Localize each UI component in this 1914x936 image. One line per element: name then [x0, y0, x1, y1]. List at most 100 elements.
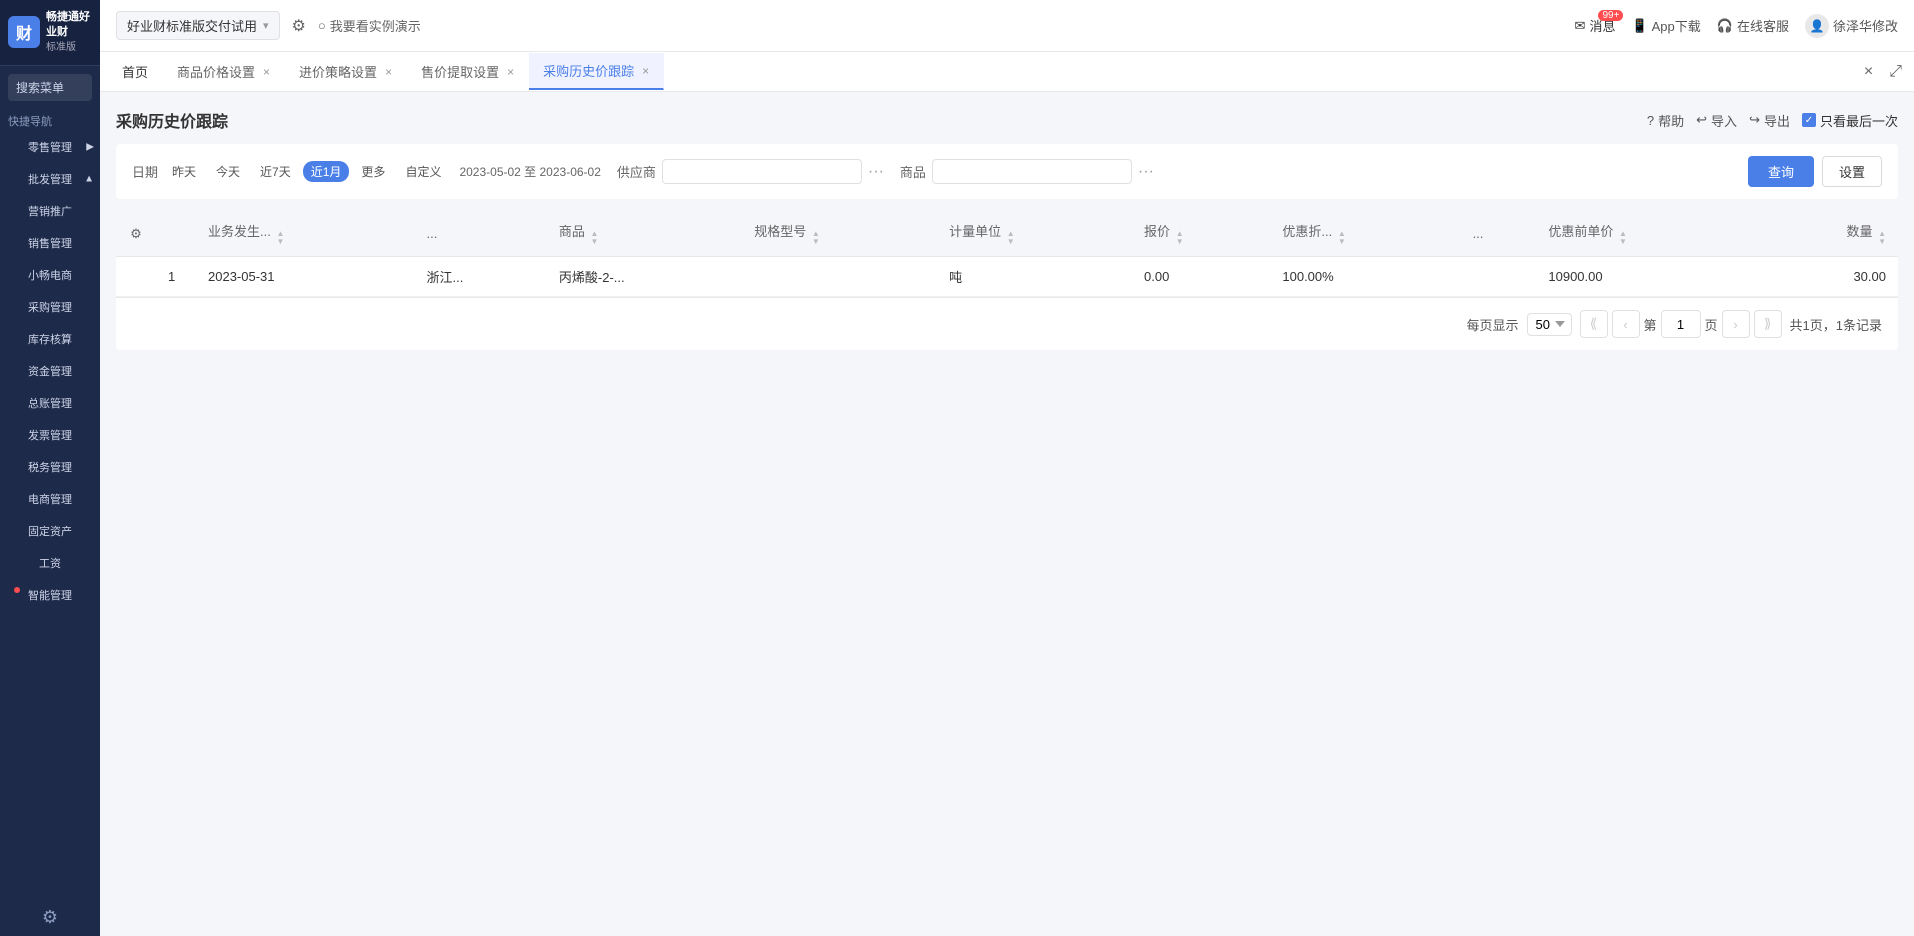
col-num — [156, 211, 196, 257]
sort-quoted-price-icon: ▲▼ — [1176, 230, 1184, 246]
search-menu-button[interactable]: 搜索菜单 — [8, 74, 92, 101]
sidebar-item-retail[interactable]: 零售管理 ▶ — [0, 131, 100, 163]
only-last-checkbox-label[interactable]: ✓ 只看最后一次 — [1802, 111, 1898, 130]
column-settings-icon[interactable]: ⚙ — [130, 226, 142, 241]
col-discount[interactable]: 优惠折... ▲▼ — [1270, 211, 1460, 257]
supplier-label: 供应商 — [617, 162, 656, 181]
page-content: 采购历史价跟踪 ? 帮助 ↩ 导入 ↪ 导出 ✓ 只看最后一次 — [100, 92, 1914, 936]
sidebar-item-smart[interactable]: 智能管理 — [0, 579, 100, 611]
col-spec[interactable]: 规格型号 ▲▼ — [742, 211, 937, 257]
sidebar-item-payroll[interactable]: 工资 — [0, 547, 100, 579]
page-number-input[interactable] — [1661, 310, 1701, 338]
query-button[interactable]: 查询 — [1748, 156, 1814, 187]
col-business-date[interactable]: 业务发生... ▲▼ — [196, 211, 414, 257]
user-menu[interactable]: 👤 徐泽华修改 — [1805, 14, 1898, 38]
next-page-button[interactable]: › — [1722, 310, 1750, 338]
sort-business-date-icon: ▲▼ — [276, 230, 284, 246]
sidebar-item-purchase[interactable]: 采购管理 — [0, 291, 100, 323]
date-yesterday[interactable]: 昨天 — [164, 161, 204, 182]
tab-close-all-button[interactable]: × — [1860, 59, 1877, 85]
edition-label: 好业财标准版交付试用 — [127, 16, 257, 35]
export-icon: ↪ — [1749, 112, 1760, 128]
tab-purchase-strategy-close-icon[interactable]: × — [385, 65, 392, 79]
tab-expand-button[interactable]: ⤢ — [1885, 59, 1906, 85]
sidebar-item-fixed-assets[interactable]: 固定资产 — [0, 515, 100, 547]
row-settings — [116, 257, 156, 297]
settings-icon[interactable]: ⚙ — [42, 907, 58, 928]
app-name: 畅捷通好业财 标准版 — [46, 10, 92, 55]
sidebar-item-ecommerce[interactable]: 电商管理 — [0, 483, 100, 515]
message-button[interactable]: ✉ 消息 99+ — [1575, 16, 1616, 35]
per-page-select[interactable]: 50 — [1527, 313, 1572, 336]
import-icon: ↩ — [1696, 112, 1707, 128]
demo-button[interactable]: ○ 我要看实例演示 — [318, 16, 421, 35]
date-today[interactable]: 今天 — [208, 161, 248, 182]
date-range-display: 2023-05-02 至 2023-06-02 — [459, 163, 600, 180]
topbar-settings-icon[interactable]: ⚙ — [292, 16, 306, 36]
row-quoted-price: 0.00 — [1132, 257, 1270, 297]
sort-pre-discount-price-icon: ▲▼ — [1619, 230, 1627, 246]
sidebar-item-marketing[interactable]: 营销推广 — [0, 195, 100, 227]
edition-selector[interactable]: 好业财标准版交付试用 ▾ — [116, 11, 280, 40]
sidebar-item-sales[interactable]: 销售管理 — [0, 227, 100, 259]
tab-history-price[interactable]: 采购历史价跟踪 × — [529, 53, 664, 90]
sort-unit-icon: ▲▼ — [1007, 230, 1015, 246]
prev-page-button[interactable]: ‹ — [1612, 310, 1640, 338]
col-more[interactable]: ... — [414, 211, 546, 257]
sidebar-item-inventory[interactable]: 库存核算 — [0, 323, 100, 355]
product-input[interactable] — [932, 159, 1132, 184]
tab-sale-price[interactable]: 售价提取设置 × — [407, 54, 529, 89]
tab-price-close-icon[interactable]: × — [263, 65, 270, 79]
sort-quantity-icon: ▲▼ — [1878, 230, 1886, 246]
col-quoted-price[interactable]: 报价 ▲▼ — [1132, 211, 1270, 257]
date-filter-label: 日期 — [132, 162, 158, 181]
sidebar-item-ecommerce-small[interactable]: 小畅电商 — [0, 259, 100, 291]
col-unit[interactable]: 计量单位 ▲▼ — [937, 211, 1132, 257]
col-product[interactable]: 商品 ▲▼ — [547, 211, 742, 257]
tab-price[interactable]: 商品价格设置 × — [163, 54, 285, 89]
quick-nav-label: 快捷导航 — [0, 109, 100, 131]
row-business-date: 2023-05-31 — [196, 257, 414, 297]
sidebar: 财 畅捷通好业财 标准版 搜索菜单 快捷导航 零售管理 ▶ 批发管理 ▲ 营销推… — [0, 0, 100, 936]
supplier-input[interactable] — [662, 159, 862, 184]
app-download-button[interactable]: 📱 App下载 — [1631, 16, 1700, 35]
date-more[interactable]: 更多 — [353, 161, 393, 182]
only-last-checkbox[interactable]: ✓ — [1802, 113, 1816, 127]
tab-purchase-strategy[interactable]: 进价策略设置 × — [285, 54, 407, 89]
online-service-button[interactable]: 🎧 在线客服 — [1717, 16, 1789, 35]
sidebar-item-tax[interactable]: 税务管理 — [0, 451, 100, 483]
export-button[interactable]: ↪ 导出 — [1749, 111, 1790, 130]
page-header: 采购历史价跟踪 ? 帮助 ↩ 导入 ↪ 导出 ✓ 只看最后一次 — [116, 108, 1898, 132]
tab-history-price-close-icon[interactable]: × — [642, 64, 649, 78]
last-page-button[interactable]: ⟫ — [1754, 310, 1782, 338]
date-custom[interactable]: 自定义 — [397, 161, 449, 182]
import-button[interactable]: ↩ 导入 — [1696, 111, 1737, 130]
first-page-button[interactable]: ⟪ — [1580, 310, 1608, 338]
date-last1month[interactable]: 近1月 — [303, 161, 350, 182]
settings-button[interactable]: 设置 — [1822, 156, 1882, 187]
product-more-icon[interactable]: ··· — [1138, 163, 1154, 181]
sidebar-item-general-ledger[interactable]: 总账管理 — [0, 387, 100, 419]
date-last7[interactable]: 近7天 — [252, 161, 299, 182]
col-quantity[interactable]: 数量 ▲▼ — [1760, 211, 1898, 257]
topbar-right: ✉ 消息 99+ 📱 App下载 🎧 在线客服 👤 徐泽华修改 — [1575, 14, 1898, 38]
tab-sale-price-close-icon[interactable]: × — [507, 65, 514, 79]
app-logo: 财 畅捷通好业财 标准版 — [0, 0, 100, 66]
help-button[interactable]: ? 帮助 — [1647, 111, 1684, 130]
product-label: 商品 — [900, 162, 926, 181]
message-badge: 99+ — [1598, 10, 1623, 21]
sidebar-item-invoice[interactable]: 发票管理 — [0, 419, 100, 451]
supplier-more-icon[interactable]: ··· — [868, 163, 884, 181]
page-actions: ? 帮助 ↩ 导入 ↪ 导出 ✓ 只看最后一次 — [1647, 111, 1898, 130]
col-pre-discount-price[interactable]: 优惠前单价 ▲▼ — [1536, 211, 1759, 257]
total-info: 共1页，1条记录 — [1790, 315, 1882, 334]
col-more2[interactable]: ... — [1461, 211, 1537, 257]
sidebar-item-wholesale[interactable]: 批发管理 ▲ — [0, 163, 100, 195]
headset-icon: 🎧 — [1717, 18, 1733, 34]
supplier-filter: 供应商 ··· — [617, 159, 884, 184]
sidebar-item-finance[interactable]: 资金管理 — [0, 355, 100, 387]
table-row: 1 2023-05-31 浙江... 丙烯酸-2-... 吨 0.00 100.… — [116, 257, 1898, 297]
tab-home[interactable]: 首页 — [108, 54, 163, 89]
tabbar: 首页 商品价格设置 × 进价策略设置 × 售价提取设置 × 采购历史价跟踪 × … — [100, 52, 1914, 92]
row-pre-discount-price: 10900.00 — [1536, 257, 1759, 297]
